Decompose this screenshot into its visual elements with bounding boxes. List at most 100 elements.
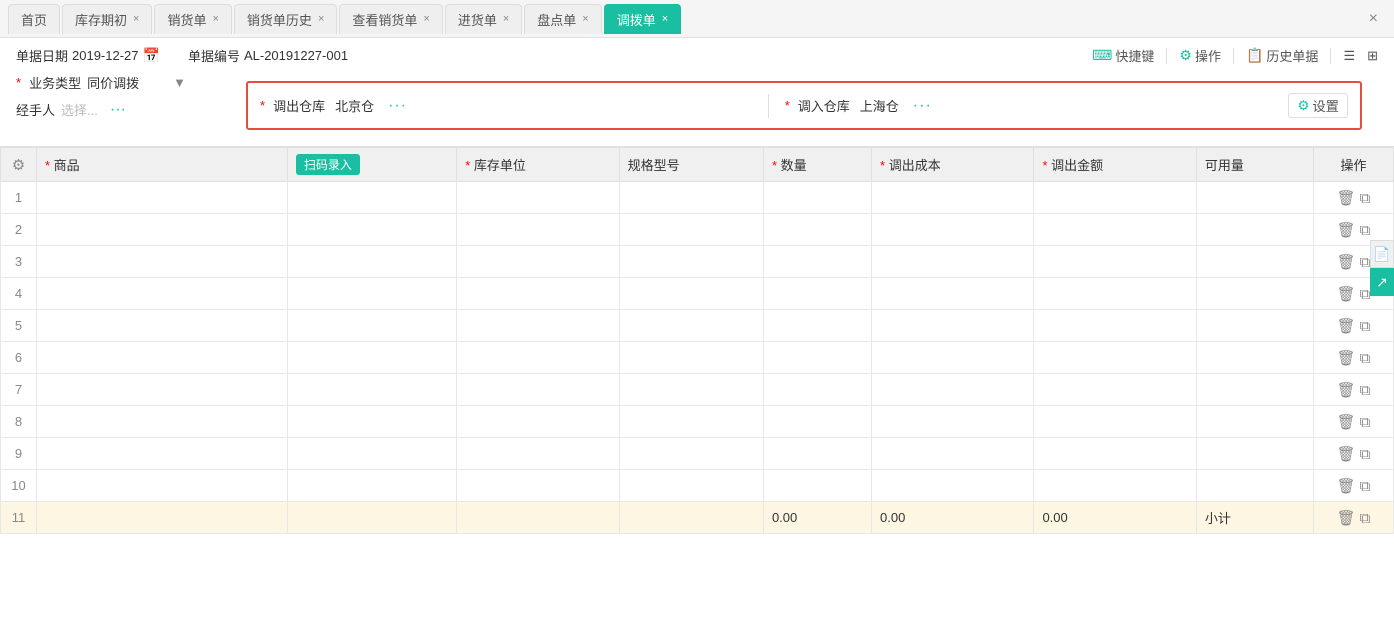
td-goods-3[interactable] [37, 246, 288, 278]
delete-row-btn-5[interactable]: 🗑 [1337, 317, 1356, 335]
td-amount-3[interactable] [1034, 246, 1196, 278]
calendar-icon[interactable]: 📅 [143, 47, 160, 64]
in-warehouse-more-icon[interactable]: ··· [913, 97, 932, 115]
td-spec-4[interactable] [619, 278, 763, 310]
delete-row-btn-10[interactable]: 🗑 [1337, 477, 1356, 495]
td-amount-8[interactable] [1034, 406, 1196, 438]
td-cost-2[interactable] [872, 214, 1034, 246]
td-unit-4[interactable] [457, 278, 619, 310]
out-warehouse-value[interactable]: 北京仓 [335, 96, 374, 115]
td-amount-1[interactable] [1034, 182, 1196, 214]
delete-row-btn-4[interactable]: 🗑 [1337, 285, 1356, 303]
td-qty-3[interactable] [763, 246, 871, 278]
tab-home[interactable]: 首页 [8, 4, 60, 34]
td-qty-10[interactable] [763, 470, 871, 502]
td-spec-8[interactable] [619, 406, 763, 438]
td-unit-1[interactable] [457, 182, 619, 214]
td-cost-8[interactable] [872, 406, 1034, 438]
td-cost-3[interactable] [872, 246, 1034, 278]
td-qty-2[interactable] [763, 214, 871, 246]
td-cost-9[interactable] [872, 438, 1034, 470]
side-export-icon[interactable]: ↗ [1370, 268, 1394, 296]
td-unit-6[interactable] [457, 342, 619, 374]
in-warehouse-value[interactable]: 上海仓 [860, 96, 899, 115]
th-gear[interactable]: ⚙ [1, 148, 37, 182]
biz-type-dropdown-icon[interactable]: ▼ [173, 75, 186, 90]
td-goods-11[interactable] [37, 502, 288, 534]
td-unit-10[interactable] [457, 470, 619, 502]
delete-row-btn-2[interactable]: 🗑 [1337, 221, 1356, 239]
copy-row-btn-7[interactable]: ⧉ [1360, 382, 1371, 399]
td-spec-6[interactable] [619, 342, 763, 374]
td-spec-5[interactable] [619, 310, 763, 342]
td-spec-3[interactable] [619, 246, 763, 278]
td-goods-1[interactable] [37, 182, 288, 214]
td-cost-7[interactable] [872, 374, 1034, 406]
delete-row-btn-8[interactable]: 🗑 [1337, 413, 1356, 431]
td-spec-10[interactable] [619, 470, 763, 502]
tab-close-purchase[interactable]: × [503, 13, 509, 25]
td-cost-4[interactable] [872, 278, 1034, 310]
td-goods-6[interactable] [37, 342, 288, 374]
td-amount-4[interactable] [1034, 278, 1196, 310]
delete-row-btn-11[interactable]: 🗑 [1337, 509, 1356, 527]
td-unit-9[interactable] [457, 438, 619, 470]
td-amount-2[interactable] [1034, 214, 1196, 246]
td-qty-9[interactable] [763, 438, 871, 470]
th-scan[interactable]: 扫码录入 [287, 148, 456, 182]
td-goods-9[interactable] [37, 438, 288, 470]
person-select[interactable]: 选择... [61, 100, 98, 119]
person-more-icon[interactable]: ··· [110, 101, 126, 119]
copy-row-btn-5[interactable]: ⧉ [1360, 318, 1371, 335]
tab-sales-order[interactable]: 销货单 × [154, 4, 231, 34]
tab-close-sales-history[interactable]: × [318, 13, 324, 25]
copy-row-btn-8[interactable]: ⧉ [1360, 414, 1371, 431]
tab-close-view-sales[interactable]: × [423, 13, 429, 25]
td-spec-9[interactable] [619, 438, 763, 470]
copy-row-btn-1[interactable]: ⧉ [1360, 190, 1371, 207]
tab-purchase[interactable]: 进货单 × [445, 4, 522, 34]
td-unit-5[interactable] [457, 310, 619, 342]
delete-row-btn-6[interactable]: 🗑 [1337, 349, 1356, 367]
td-amount-7[interactable] [1034, 374, 1196, 406]
td-qty-8[interactable] [763, 406, 871, 438]
td-amount-11[interactable]: 0.00 [1034, 502, 1196, 534]
td-qty-7[interactable] [763, 374, 871, 406]
td-spec-7[interactable] [619, 374, 763, 406]
td-qty-6[interactable] [763, 342, 871, 374]
td-goods-8[interactable] [37, 406, 288, 438]
td-cost-11[interactable]: 0.00 [872, 502, 1034, 534]
td-unit-8[interactable] [457, 406, 619, 438]
td-goods-5[interactable] [37, 310, 288, 342]
tab-transfer[interactable]: 调拨单 × [604, 4, 681, 34]
td-unit-2[interactable] [457, 214, 619, 246]
shortcut-btn[interactable]: ⌨ 快捷键 [1092, 46, 1154, 65]
delete-row-btn-7[interactable]: 🗑 [1337, 381, 1356, 399]
td-unit-11[interactable] [457, 502, 619, 534]
td-goods-7[interactable] [37, 374, 288, 406]
tab-close-sales[interactable]: × [212, 13, 218, 25]
td-qty-4[interactable] [763, 278, 871, 310]
copy-row-btn-3[interactable]: ⧉ [1360, 254, 1371, 271]
td-amount-6[interactable] [1034, 342, 1196, 374]
td-amount-5[interactable] [1034, 310, 1196, 342]
delete-row-btn-9[interactable]: 🗑 [1337, 445, 1356, 463]
tab-sales-history[interactable]: 销货单历史 × [234, 4, 337, 34]
td-unit-3[interactable] [457, 246, 619, 278]
td-amount-10[interactable] [1034, 470, 1196, 502]
out-warehouse-more-icon[interactable]: ··· [388, 97, 407, 115]
td-amount-9[interactable] [1034, 438, 1196, 470]
td-qty-1[interactable] [763, 182, 871, 214]
td-cost-5[interactable] [872, 310, 1034, 342]
delete-row-btn-3[interactable]: 🗑 [1337, 253, 1356, 271]
tab-close-inventory-init[interactable]: × [133, 13, 139, 25]
tab-inventory-init[interactable]: 库存期初 × [62, 4, 152, 34]
copy-row-btn-9[interactable]: ⧉ [1360, 446, 1371, 463]
tab-view-sales[interactable]: 查看销货单 × [339, 4, 442, 34]
history-btn[interactable]: 📋 历史单据 [1246, 46, 1318, 65]
tab-close-transfer[interactable]: × [662, 13, 668, 25]
biz-type-value[interactable]: 同价调拨 [87, 73, 167, 92]
td-spec-2[interactable] [619, 214, 763, 246]
setting-button[interactable]: ⚙ 设置 [1288, 93, 1348, 118]
td-unit-7[interactable] [457, 374, 619, 406]
